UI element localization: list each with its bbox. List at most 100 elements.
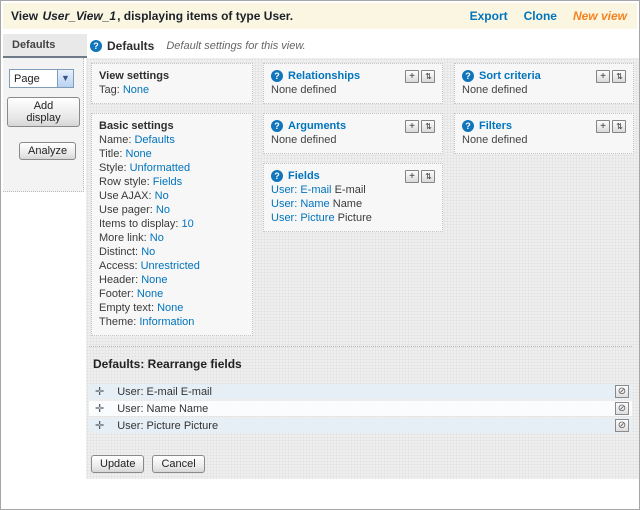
fields-box: ? Fields + ⇅ User: E-mail E-mail User: N… <box>263 163 443 232</box>
sort-criteria-empty: None defined <box>462 84 528 96</box>
display-type-select[interactable]: Page ▼ <box>9 69 74 88</box>
rearrange-fields-button[interactable]: ⇅ <box>421 169 435 183</box>
table-row: ✛ User: Name Name ⊘ <box>89 401 632 416</box>
rearrange-title: Defaults: Rearrange fields <box>93 357 242 371</box>
rearrange-fields-section: Defaults: Rearrange fields ✛ User: E-mai… <box>89 346 632 473</box>
view-title-suffix: , displaying items of type User. <box>117 9 294 23</box>
setting-theme: Theme: Information <box>99 316 195 328</box>
help-icon[interactable]: ? <box>271 70 283 82</box>
theme-value-link[interactable]: Information <box>139 316 194 328</box>
remove-field-button[interactable]: ⊘ <box>615 419 629 432</box>
relationships-title-link[interactable]: Relationships <box>288 69 403 83</box>
setting-empty-text: Empty text: None <box>99 302 184 314</box>
filters-title-link[interactable]: Filters <box>479 119 594 133</box>
filters-box: ? Filters + ⇅ None defined <box>454 113 634 154</box>
column-middle: ? Relationships + ⇅ None defined ? Argum… <box>263 63 443 241</box>
tag-value-link[interactable]: None <box>123 84 149 96</box>
sort-criteria-box: ? Sort criteria + ⇅ None defined <box>454 63 634 104</box>
help-icon[interactable]: ? <box>90 40 102 52</box>
fields-title-link[interactable]: Fields <box>288 169 403 183</box>
use-pager-value-link[interactable]: No <box>156 204 170 216</box>
access-value-link[interactable]: Unrestricted <box>141 260 200 272</box>
display-type-value: Page <box>14 73 40 85</box>
help-icon[interactable]: ? <box>271 120 283 132</box>
add-display-button[interactable]: Add display <box>7 97 80 127</box>
arguments-title-link[interactable]: Arguments <box>288 119 403 133</box>
help-icon[interactable]: ? <box>271 170 283 182</box>
display-sidebar: Page ▼ Add display Analyze <box>3 58 84 192</box>
setting-use-pager: Use pager: No <box>99 204 170 216</box>
setting-name: Name: Defaults <box>99 134 175 146</box>
setting-distinct: Distinct: No <box>99 246 156 258</box>
title-value-link[interactable]: None <box>126 148 152 160</box>
remove-field-button[interactable]: ⊘ <box>615 385 629 398</box>
new-view-link[interactable]: New view <box>573 9 627 23</box>
rearrange-sorts-button[interactable]: ⇅ <box>612 69 626 83</box>
tab-defaults[interactable]: Defaults <box>3 34 87 58</box>
add-relationship-button[interactable]: + <box>405 69 419 83</box>
setting-row-style: Row style: Fields <box>99 176 183 188</box>
help-icon[interactable]: ? <box>462 70 474 82</box>
cancel-button[interactable]: Cancel <box>152 455 205 473</box>
arguments-empty: None defined <box>271 134 337 146</box>
more-link-value-link[interactable]: No <box>150 232 164 244</box>
column-basic: View settings Tag: None Basic settings N… <box>91 63 253 345</box>
field-item: User: E-mail E-mail <box>271 184 366 196</box>
row-label: User: E-mail E-mail <box>117 385 212 398</box>
name-value-link[interactable]: Defaults <box>134 134 174 146</box>
form-actions: Update Cancel <box>91 455 632 473</box>
rearrange-filters-button[interactable]: ⇅ <box>612 119 626 133</box>
field-picture-link[interactable]: User: Picture <box>271 212 335 224</box>
setting-items-to-display: Items to display: 10 <box>99 218 194 230</box>
add-sort-button[interactable]: + <box>596 69 610 83</box>
views-ui-page: View User_View_1, displaying items of ty… <box>0 0 640 510</box>
drag-handle-icon[interactable]: ✛ <box>95 419 104 432</box>
row-label: User: Picture Picture <box>117 419 219 432</box>
relationships-box: ? Relationships + ⇅ None defined <box>263 63 443 104</box>
arguments-box: ? Arguments + ⇅ None defined <box>263 113 443 154</box>
drag-handle-icon[interactable]: ✛ <box>95 385 104 398</box>
rearrange-relationships-button[interactable]: ⇅ <box>421 69 435 83</box>
view-actions: Export Clone New view <box>470 9 627 23</box>
distinct-value-link[interactable]: No <box>141 246 155 258</box>
basic-settings-box: Basic settings Name: Defaults Title: Non… <box>91 113 253 336</box>
sort-criteria-title-link[interactable]: Sort criteria <box>479 69 594 83</box>
header-value-link[interactable]: None <box>141 274 167 286</box>
setting-footer: Footer: None <box>99 288 164 300</box>
use-ajax-value-link[interactable]: No <box>155 190 169 202</box>
setting-more-link: More link: No <box>99 232 164 244</box>
empty-text-value-link[interactable]: None <box>157 302 183 314</box>
update-button[interactable]: Update <box>91 455 145 473</box>
add-filter-button[interactable]: + <box>596 119 610 133</box>
add-field-button[interactable]: + <box>405 169 419 183</box>
export-link[interactable]: Export <box>470 9 508 23</box>
help-icon[interactable]: ? <box>462 120 474 132</box>
view-name: User_View_1 <box>42 9 117 23</box>
row-style-value-link[interactable]: Fields <box>153 176 182 188</box>
setting-access: Access: Unrestricted <box>99 260 200 272</box>
field-name-link[interactable]: User: Name <box>271 198 330 210</box>
remove-field-button[interactable]: ⊘ <box>615 402 629 415</box>
view-title-prefix: View <box>11 9 42 23</box>
table-row: ✛ User: Picture Picture ⊘ <box>89 418 632 433</box>
clone-link[interactable]: Clone <box>524 9 557 23</box>
view-settings-box: View settings Tag: None <box>91 63 253 104</box>
add-argument-button[interactable]: + <box>405 119 419 133</box>
analyze-button[interactable]: Analyze <box>19 142 77 160</box>
style-value-link[interactable]: Unformatted <box>130 162 191 174</box>
filters-empty: None defined <box>462 134 528 146</box>
relationships-empty: None defined <box>271 84 337 96</box>
display-title: Defaults <box>107 39 155 53</box>
setting-style: Style: Unformatted <box>99 162 191 174</box>
display-settings-panel: View settings Tag: None Basic settings N… <box>86 58 639 479</box>
view-info-bar: View User_View_1, displaying items of ty… <box>3 3 637 29</box>
setting-header: Header: None <box>99 274 168 286</box>
basic-settings-title: Basic settings <box>99 120 174 132</box>
footer-value-link[interactable]: None <box>137 288 163 300</box>
items-to-display-value-link[interactable]: 10 <box>182 218 194 230</box>
rearrange-arguments-button[interactable]: ⇅ <box>421 119 435 133</box>
drag-handle-icon[interactable]: ✛ <box>95 402 104 415</box>
field-email-link[interactable]: User: E-mail <box>271 184 332 196</box>
chevron-down-icon: ▼ <box>57 70 73 87</box>
view-settings-title: View settings <box>99 70 170 82</box>
